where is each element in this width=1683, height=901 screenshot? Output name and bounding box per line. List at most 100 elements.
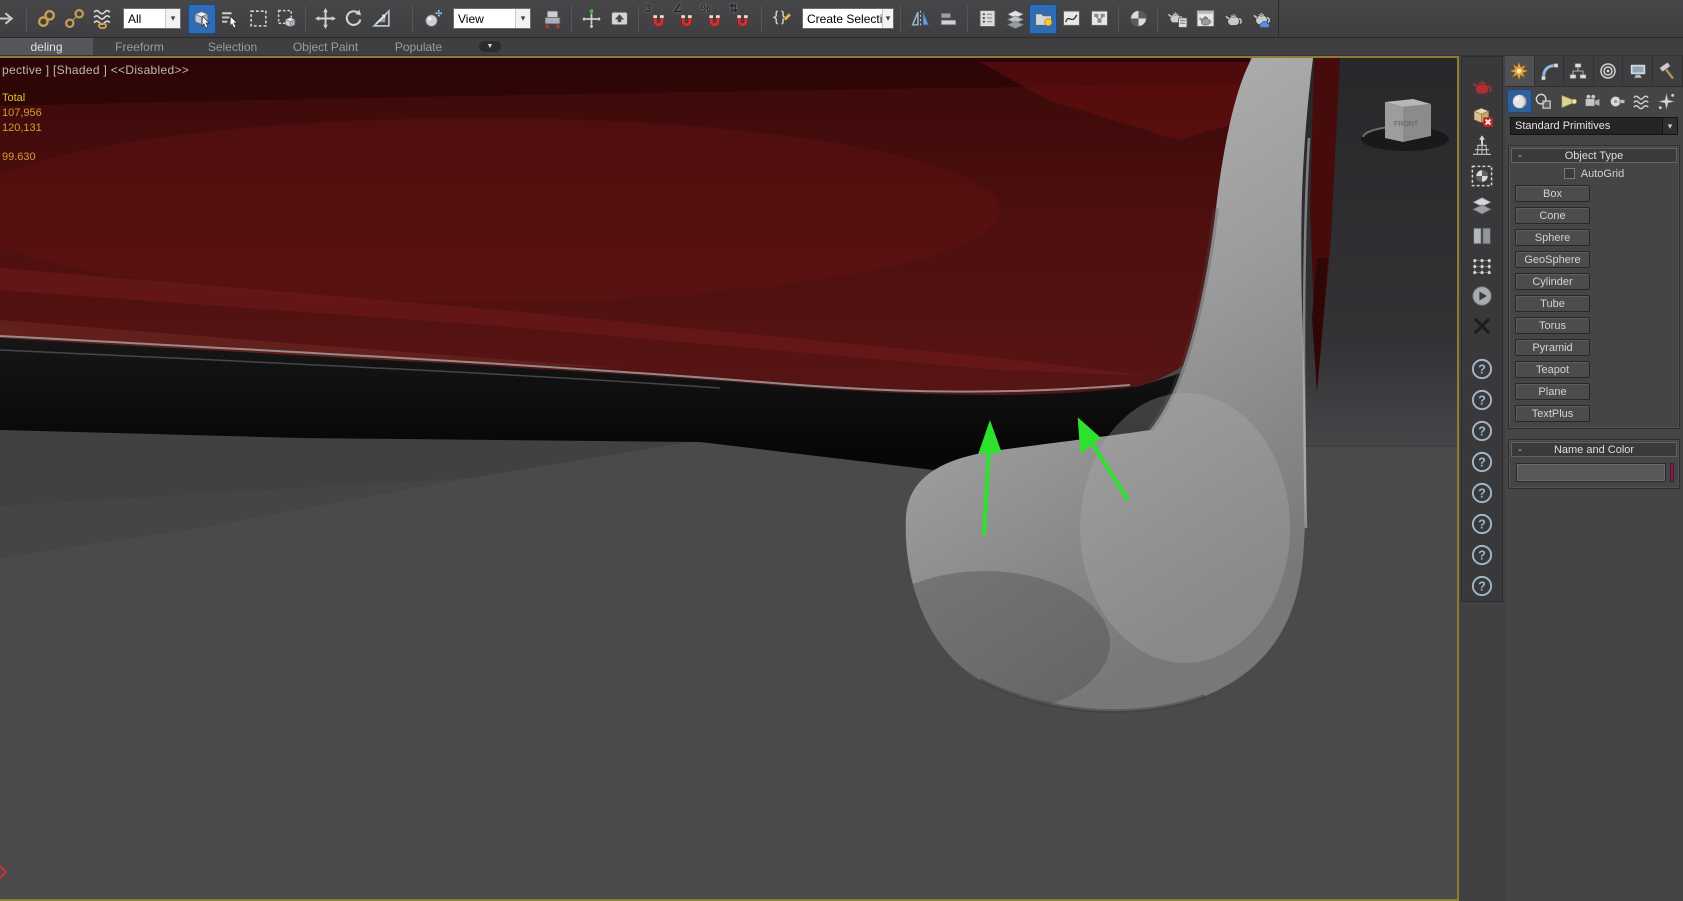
named-selection-sets-dropdown[interactable]: Create Selection Se ▾ xyxy=(802,8,894,29)
help-icon[interactable] xyxy=(1467,539,1497,570)
rendered-frame-window-icon[interactable] xyxy=(1191,4,1219,34)
grid-arrow-icon[interactable] xyxy=(1467,131,1497,161)
autogrid-checkbox[interactable] xyxy=(1563,168,1575,179)
layers-diamond-icon[interactable] xyxy=(1467,191,1497,221)
bind-to-space-warp-icon[interactable] xyxy=(88,4,116,34)
help-icon[interactable] xyxy=(1467,415,1497,446)
spinner-snap-toggle-icon[interactable]: ⇅ xyxy=(728,3,756,34)
select-and-link-icon[interactable] xyxy=(32,4,60,34)
viewport-statistics: Total 107,956 120,131 99.630 xyxy=(2,91,42,165)
category-helpers[interactable] xyxy=(1605,89,1630,113)
keyboard-shortcut-override-icon[interactable] xyxy=(605,4,633,34)
teapot-red-icon[interactable] xyxy=(1467,71,1497,101)
ribbon-overflow-button[interactable]: ▼ xyxy=(479,41,501,52)
help-icon[interactable] xyxy=(1467,477,1497,508)
viewport[interactable]: FRONT pective ] [Shaded ] <<Disabled>> T… xyxy=(0,56,1459,901)
select-and-move-icon[interactable] xyxy=(311,4,339,34)
help-icon[interactable] xyxy=(1467,508,1497,539)
use-pivot-point-center-icon[interactable] xyxy=(538,4,566,34)
category-shapes[interactable] xyxy=(1532,89,1557,113)
render-setup-icon[interactable] xyxy=(1163,4,1191,34)
panels-icon[interactable] xyxy=(1467,221,1497,251)
lattice-cube-icon[interactable] xyxy=(1467,251,1497,281)
tab-hierarchy[interactable] xyxy=(1564,56,1594,86)
window-crossing-icon[interactable] xyxy=(272,4,300,34)
primitive-type-value: Standard Primitives xyxy=(1515,120,1611,132)
checker-select-icon[interactable] xyxy=(1467,161,1497,191)
name-and-color-rollout-header[interactable]: - Name and Color xyxy=(1511,442,1677,457)
align-icon[interactable] xyxy=(934,4,962,34)
managers-group xyxy=(970,0,1116,38)
material-editor-group xyxy=(1121,0,1155,38)
tab-selection[interactable]: Selection xyxy=(186,38,279,55)
tab-display[interactable] xyxy=(1623,56,1653,86)
selection-filter-dropdown[interactable]: All ▾ xyxy=(123,8,181,29)
category-systems[interactable] xyxy=(1654,89,1679,113)
plane-button[interactable]: Plane xyxy=(1515,383,1590,400)
category-geometry[interactable] xyxy=(1507,89,1532,113)
play-icon[interactable] xyxy=(1467,281,1497,311)
box-button[interactable]: Box xyxy=(1515,185,1590,202)
select-by-name-icon[interactable] xyxy=(216,4,244,34)
tube-button[interactable]: Tube xyxy=(1515,295,1590,312)
tab-modify[interactable] xyxy=(1534,56,1565,86)
toggle-ribbon-icon[interactable] xyxy=(1029,3,1057,34)
sphere-button[interactable]: Sphere xyxy=(1515,229,1590,246)
pyramid-button[interactable]: Pyramid xyxy=(1515,339,1590,356)
cone-button[interactable]: Cone xyxy=(1515,207,1590,224)
toggle-scene-explorer-icon[interactable] xyxy=(973,4,1001,34)
close-icon[interactable] xyxy=(1467,311,1497,341)
object-type-rollout-header[interactable]: - Object Type xyxy=(1511,148,1677,163)
tab-freeform[interactable]: Freeform xyxy=(93,38,186,55)
main-toolbar: All ▾ View ▾ 3∠%⇅ Create Selection Se ▾ xyxy=(0,0,1683,38)
render-in-cloud-icon[interactable] xyxy=(1247,4,1275,34)
cylinder-button[interactable]: Cylinder xyxy=(1515,273,1590,290)
undo-group xyxy=(0,0,24,38)
angle-snap-toggle-icon[interactable]: ∠ xyxy=(672,3,700,34)
select-object-icon[interactable] xyxy=(188,3,216,34)
rectangular-selection-region-icon[interactable] xyxy=(244,4,272,34)
transform-group xyxy=(308,0,398,38)
tab-object-paint[interactable]: Object Paint xyxy=(279,38,372,55)
schematic-view-icon[interactable] xyxy=(1085,4,1113,34)
select-and-rotate-icon[interactable] xyxy=(339,4,367,34)
render-production-icon[interactable] xyxy=(1219,4,1247,34)
box-delete-icon[interactable] xyxy=(1467,101,1497,131)
select-and-place-icon[interactable] xyxy=(418,4,446,34)
snaps-toggle-3d-icon[interactable]: 3 xyxy=(644,3,672,34)
mirror-icon[interactable] xyxy=(906,4,934,34)
redo-arrow-icon[interactable] xyxy=(0,4,21,34)
tab-create[interactable] xyxy=(1505,56,1535,86)
reference-coordinate-dropdown[interactable]: View ▾ xyxy=(453,8,531,29)
tab-modeling[interactable]: deling xyxy=(0,38,93,55)
primitive-type-dropdown[interactable]: Standard Primitives ▾ xyxy=(1510,117,1678,135)
category-cameras[interactable] xyxy=(1581,89,1606,113)
torus-button[interactable]: Torus xyxy=(1515,317,1590,334)
geosphere-button[interactable]: GeoSphere xyxy=(1515,251,1590,268)
edit-named-selection-sets-icon[interactable] xyxy=(767,4,795,34)
chevron-down-icon: ▾ xyxy=(515,9,530,28)
object-color-swatch[interactable] xyxy=(1670,463,1674,482)
textplus-button[interactable]: TextPlus xyxy=(1515,405,1590,422)
help-icon[interactable] xyxy=(1467,570,1497,601)
tab-motion[interactable] xyxy=(1593,56,1624,86)
tab-populate[interactable]: Populate xyxy=(372,38,465,55)
teapot-button[interactable]: Teapot xyxy=(1515,361,1590,378)
category-space-warps[interactable] xyxy=(1630,89,1655,113)
curve-editor-icon[interactable] xyxy=(1057,4,1085,34)
select-and-scale-icon[interactable] xyxy=(367,4,395,34)
material-editor-icon[interactable] xyxy=(1124,4,1152,34)
viewport-label[interactable]: pective ] [Shaded ] <<Disabled>> xyxy=(2,63,189,77)
select-and-manipulate-icon[interactable] xyxy=(577,4,605,34)
toggle-layer-explorer-icon[interactable] xyxy=(1001,4,1029,34)
help-icon[interactable] xyxy=(1467,384,1497,415)
help-icon[interactable] xyxy=(1467,353,1497,384)
percent-snap-toggle-icon[interactable]: % xyxy=(700,3,728,34)
tab-utilities[interactable] xyxy=(1652,56,1683,86)
unlink-selection-icon[interactable] xyxy=(60,4,88,34)
toolbar-separator xyxy=(412,5,413,32)
object-name-input[interactable] xyxy=(1516,463,1666,482)
snap-group: 3 ∠% ⇅ xyxy=(641,0,759,38)
category-lights[interactable] xyxy=(1556,89,1581,113)
help-icon[interactable] xyxy=(1467,446,1497,477)
